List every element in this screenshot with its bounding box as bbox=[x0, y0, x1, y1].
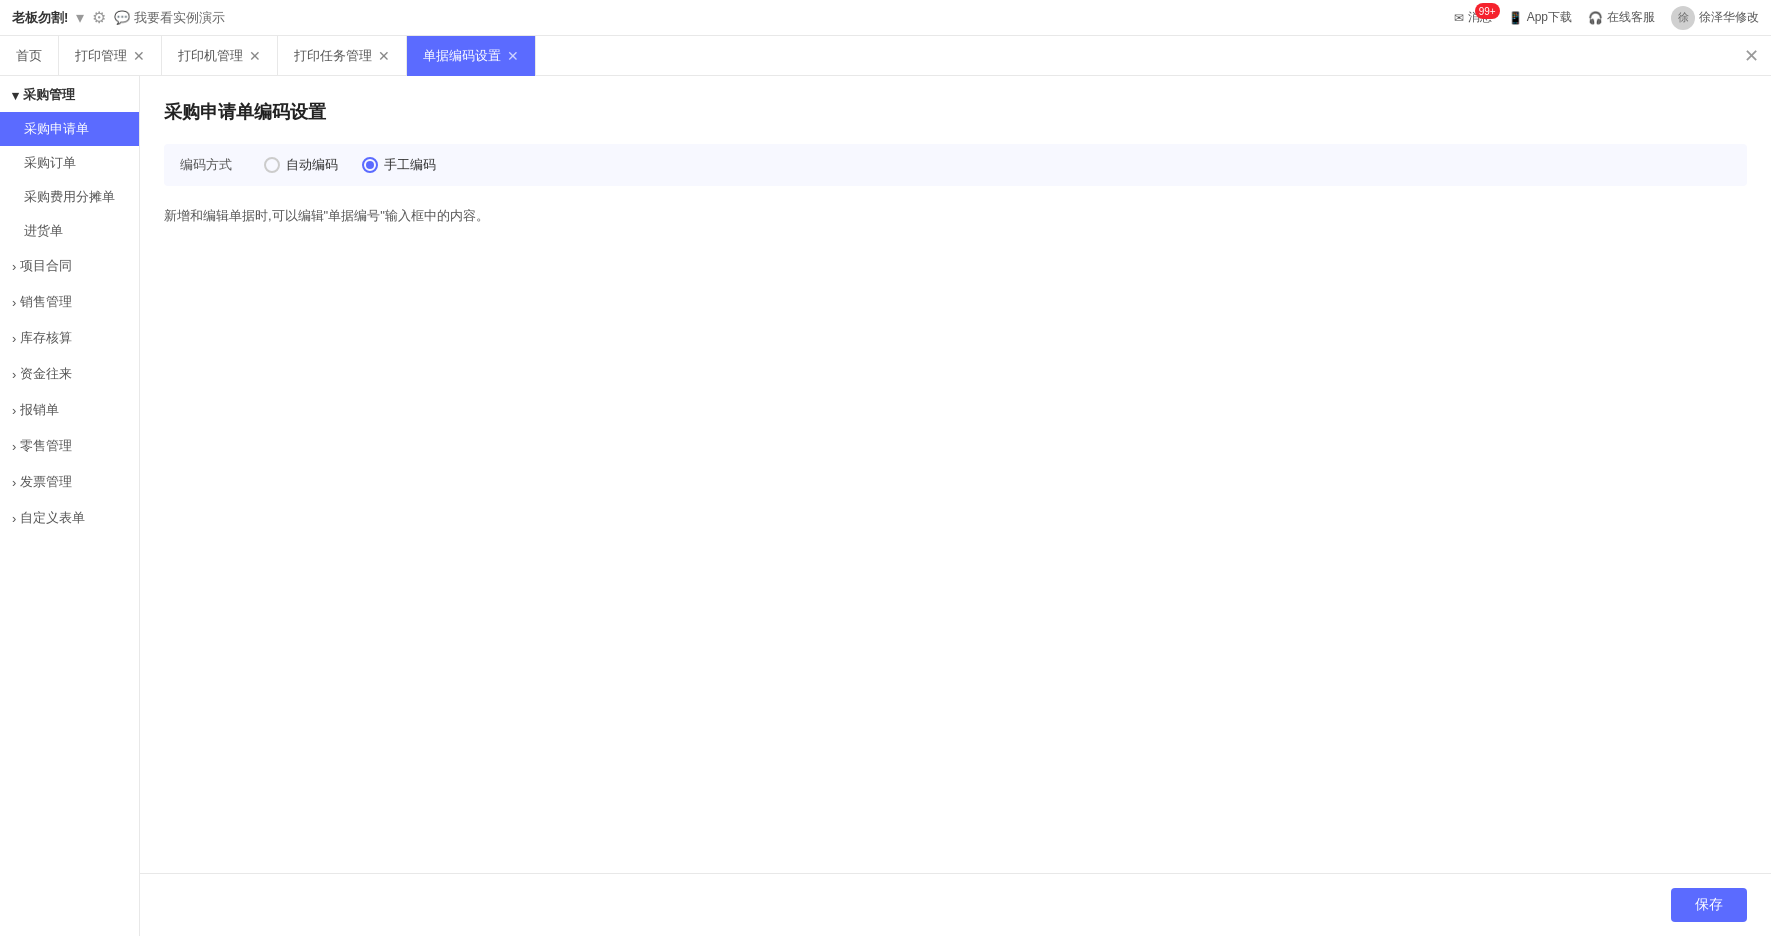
sidebar-item-purchase-request[interactable]: 采购申请单 bbox=[0, 112, 139, 146]
main-layout: ▾ 采购管理 采购申请单 采购订单 采购费用分摊单 进货单 › 项目合同 › 销… bbox=[0, 76, 1771, 936]
online-service-button[interactable]: 🎧 在线客服 bbox=[1588, 9, 1655, 26]
auto-encoding-option[interactable]: 自动编码 bbox=[264, 156, 338, 174]
project-contract-label: 项目合同 bbox=[20, 257, 72, 275]
retail-label: 零售管理 bbox=[20, 437, 72, 455]
inventory-label: 库存核算 bbox=[20, 329, 72, 347]
sales-label: 销售管理 bbox=[20, 293, 72, 311]
sidebar-item-custom-form[interactable]: › 自定义表单 bbox=[0, 500, 139, 536]
returns-label: 报销单 bbox=[20, 401, 59, 419]
auto-encoding-radio[interactable] bbox=[264, 157, 280, 173]
sidebar-item-purchase-order-label: 采购订单 bbox=[24, 155, 76, 170]
online-service-label: 在线客服 bbox=[1607, 9, 1655, 26]
top-bar: 老板勿割! ▾ ⚙ 💬 我要看实例演示 ✉ 消息 99+ 📱 App下载 🎧 在… bbox=[0, 0, 1771, 36]
sidebar-item-retail[interactable]: › 零售管理 bbox=[0, 428, 139, 464]
invoice-arrow: › bbox=[12, 475, 16, 490]
message-icon: ✉ bbox=[1454, 11, 1464, 25]
message-button[interactable]: ✉ 消息 99+ bbox=[1454, 9, 1492, 26]
tab-barcode-settings-label: 单据编码设置 bbox=[423, 47, 501, 65]
content-area: 采购申请单编码设置 编码方式 自动编码 手工编码 新增和编辑单据时,可以编辑"单… bbox=[140, 76, 1771, 936]
sidebar-item-purchase-order[interactable]: 采购订单 bbox=[0, 146, 139, 180]
close-all-button[interactable]: ✕ bbox=[1732, 45, 1771, 67]
auto-encoding-label: 自动编码 bbox=[286, 156, 338, 174]
sidebar-group-purchase: ▾ 采购管理 采购申请单 采购订单 采购费用分摊单 进货单 bbox=[0, 76, 139, 248]
prompt-section[interactable]: 💬 我要看实例演示 bbox=[114, 9, 225, 27]
manual-encoding-option[interactable]: 手工编码 bbox=[362, 156, 436, 174]
sidebar-item-project-contract[interactable]: › 项目合同 bbox=[0, 248, 139, 284]
prompt-text: 我要看实例演示 bbox=[134, 9, 225, 27]
tab-home[interactable]: 首页 bbox=[0, 36, 59, 76]
tab-bar: 首页 打印管理 ✕ 打印机管理 ✕ 打印任务管理 ✕ 单据编码设置 ✕ ✕ bbox=[0, 36, 1771, 76]
returns-arrow: › bbox=[12, 403, 16, 418]
user-profile-button[interactable]: 徐 徐泽华修改 bbox=[1671, 6, 1759, 30]
sidebar-item-purchase-request-label: 采购申请单 bbox=[24, 121, 89, 136]
tab-print-mgmt[interactable]: 打印管理 ✕ bbox=[59, 36, 162, 76]
sidebar-item-returns[interactable]: › 报销单 bbox=[0, 392, 139, 428]
sales-arrow: › bbox=[12, 295, 16, 310]
manual-encoding-label: 手工编码 bbox=[384, 156, 436, 174]
tab-print-mgmt-close[interactable]: ✕ bbox=[133, 48, 145, 64]
tab-barcode-settings-close[interactable]: ✕ bbox=[507, 48, 519, 64]
inventory-arrow: › bbox=[12, 331, 16, 346]
content-footer: 保存 bbox=[140, 873, 1771, 936]
tab-printer-mgmt[interactable]: 打印机管理 ✕ bbox=[162, 36, 278, 76]
settings-icon[interactable]: ⚙ bbox=[92, 8, 106, 27]
sidebar-item-receipt-label: 进货单 bbox=[24, 223, 63, 238]
save-button[interactable]: 保存 bbox=[1671, 888, 1747, 922]
app-download-icon: 📱 bbox=[1508, 11, 1523, 25]
custom-form-arrow: › bbox=[12, 511, 16, 526]
description-text: 新增和编辑单据时,可以编辑"单据编号"输入框中的内容。 bbox=[164, 206, 1747, 227]
message-badge: 99+ bbox=[1475, 3, 1500, 19]
content-inner: 采购申请单编码设置 编码方式 自动编码 手工编码 新增和编辑单据时,可以编辑"单… bbox=[140, 76, 1771, 873]
username-text: 徐泽华修改 bbox=[1699, 9, 1759, 26]
sidebar-item-sales[interactable]: › 销售管理 bbox=[0, 284, 139, 320]
brand-text: 老板勿割! bbox=[12, 9, 68, 27]
sidebar-item-inventory[interactable]: › 库存核算 bbox=[0, 320, 139, 356]
project-contract-arrow: › bbox=[12, 259, 16, 274]
purchase-group-arrow: ▾ bbox=[12, 88, 19, 103]
page-title: 采购申请单编码设置 bbox=[164, 100, 1747, 124]
encoding-row: 编码方式 自动编码 手工编码 bbox=[164, 144, 1747, 186]
sidebar: ▾ 采购管理 采购申请单 采购订单 采购费用分摊单 进货单 › 项目合同 › 销… bbox=[0, 76, 140, 936]
purchase-group-label: 采购管理 bbox=[23, 86, 75, 104]
sidebar-item-receipt[interactable]: 进货单 bbox=[0, 214, 139, 248]
tab-home-label: 首页 bbox=[16, 47, 42, 65]
sidebar-item-purchase-expense[interactable]: 采购费用分摊单 bbox=[0, 180, 139, 214]
app-download-button[interactable]: 📱 App下载 bbox=[1508, 9, 1572, 26]
online-service-icon: 🎧 bbox=[1588, 11, 1603, 25]
tab-barcode-settings[interactable]: 单据编码设置 ✕ bbox=[407, 36, 536, 76]
tab-printer-mgmt-close[interactable]: ✕ bbox=[249, 48, 261, 64]
manual-encoding-radio[interactable] bbox=[362, 157, 378, 173]
avatar: 徐 bbox=[1671, 6, 1695, 30]
top-bar-left: 老板勿割! ▾ ⚙ 💬 我要看实例演示 bbox=[12, 8, 225, 27]
encoding-label: 编码方式 bbox=[180, 156, 232, 174]
capital-label: 资金往来 bbox=[20, 365, 72, 383]
capital-arrow: › bbox=[12, 367, 16, 382]
avatar-initials: 徐 bbox=[1678, 10, 1689, 25]
tab-print-task-mgmt-label: 打印任务管理 bbox=[294, 47, 372, 65]
app-download-label: App下载 bbox=[1527, 9, 1572, 26]
sidebar-group-purchase-title[interactable]: ▾ 采购管理 bbox=[0, 76, 139, 112]
invoice-label: 发票管理 bbox=[20, 473, 72, 491]
retail-arrow: › bbox=[12, 439, 16, 454]
sidebar-item-invoice[interactable]: › 发票管理 bbox=[0, 464, 139, 500]
sidebar-item-purchase-expense-label: 采购费用分摊单 bbox=[24, 189, 115, 204]
tab-print-task-mgmt[interactable]: 打印任务管理 ✕ bbox=[278, 36, 407, 76]
tab-print-mgmt-label: 打印管理 bbox=[75, 47, 127, 65]
dropdown-icon[interactable]: ▾ bbox=[76, 8, 84, 27]
prompt-chat-icon: 💬 bbox=[114, 10, 130, 25]
tab-print-task-mgmt-close[interactable]: ✕ bbox=[378, 48, 390, 64]
custom-form-label: 自定义表单 bbox=[20, 509, 85, 527]
sidebar-item-capital[interactable]: › 资金往来 bbox=[0, 356, 139, 392]
tab-printer-mgmt-label: 打印机管理 bbox=[178, 47, 243, 65]
top-bar-right: ✉ 消息 99+ 📱 App下载 🎧 在线客服 徐 徐泽华修改 bbox=[1454, 6, 1759, 30]
